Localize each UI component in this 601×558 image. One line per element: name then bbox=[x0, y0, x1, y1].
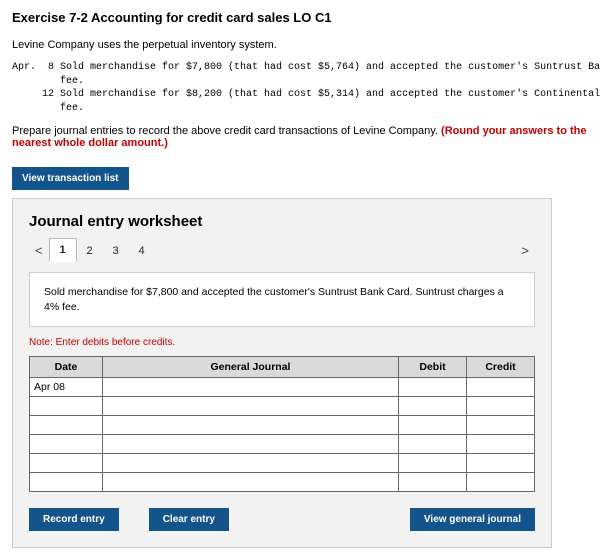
view-transaction-list-button[interactable]: View transaction list bbox=[12, 167, 129, 190]
transaction-description: Sold merchandise for $7,800 and accepted… bbox=[29, 272, 535, 327]
view-general-journal-button[interactable]: View general journal bbox=[410, 508, 535, 531]
date-input[interactable] bbox=[30, 473, 102, 491]
table-row bbox=[30, 454, 535, 473]
date-input[interactable] bbox=[30, 416, 102, 434]
instructions: Prepare journal entries to record the ab… bbox=[12, 125, 589, 149]
gj-input[interactable] bbox=[103, 435, 398, 453]
credit-input[interactable] bbox=[467, 454, 534, 472]
gj-input[interactable] bbox=[103, 473, 398, 491]
table-row bbox=[30, 416, 535, 435]
credit-input[interactable] bbox=[467, 473, 534, 491]
gj-input[interactable] bbox=[103, 378, 398, 396]
journal-worksheet: Journal entry worksheet < 1 2 3 4 > Sold… bbox=[12, 198, 552, 548]
tab-bar: < 1 2 3 4 > bbox=[29, 238, 535, 262]
table-row bbox=[30, 397, 535, 416]
col-general-journal: General Journal bbox=[103, 357, 399, 378]
debits-before-credits-note: Note: Enter debits before credits. bbox=[29, 337, 535, 348]
debit-input[interactable] bbox=[399, 397, 466, 415]
col-credit: Credit bbox=[467, 357, 535, 378]
intro-text: Levine Company uses the perpetual invent… bbox=[12, 39, 589, 51]
table-row bbox=[30, 473, 535, 492]
credit-input[interactable] bbox=[467, 416, 534, 434]
credit-input[interactable] bbox=[467, 435, 534, 453]
gj-input[interactable] bbox=[103, 454, 398, 472]
date-input[interactable] bbox=[30, 454, 102, 472]
table-row bbox=[30, 435, 535, 454]
col-debit: Debit bbox=[399, 357, 467, 378]
page-title: Exercise 7-2 Accounting for credit card … bbox=[12, 10, 589, 25]
clear-entry-button[interactable]: Clear entry bbox=[149, 508, 229, 531]
col-date: Date bbox=[30, 357, 103, 378]
debit-input[interactable] bbox=[399, 416, 466, 434]
journal-table: Date General Journal Debit Credit bbox=[29, 356, 535, 492]
debit-input[interactable] bbox=[399, 473, 466, 491]
next-entry-button[interactable]: > bbox=[515, 243, 535, 258]
credit-input[interactable] bbox=[467, 378, 534, 396]
tab-2[interactable]: 2 bbox=[77, 239, 103, 262]
worksheet-buttons: Record entry Clear entry View general jo… bbox=[29, 508, 535, 531]
transaction-list-text: Apr. 8 Sold merchandise for $7,800 (that… bbox=[12, 61, 589, 115]
tab-1[interactable]: 1 bbox=[49, 238, 77, 262]
table-row bbox=[30, 378, 535, 397]
tab-4[interactable]: 4 bbox=[129, 239, 155, 262]
debit-input[interactable] bbox=[399, 435, 466, 453]
debit-input[interactable] bbox=[399, 378, 466, 396]
date-input[interactable] bbox=[30, 397, 102, 415]
gj-input[interactable] bbox=[103, 416, 398, 434]
credit-input[interactable] bbox=[467, 397, 534, 415]
date-input[interactable] bbox=[30, 378, 102, 396]
prev-entry-button[interactable]: < bbox=[29, 243, 49, 258]
date-input[interactable] bbox=[30, 435, 102, 453]
gj-input[interactable] bbox=[103, 397, 398, 415]
tab-3[interactable]: 3 bbox=[103, 239, 129, 262]
worksheet-title: Journal entry worksheet bbox=[29, 213, 535, 230]
record-entry-button[interactable]: Record entry bbox=[29, 508, 119, 531]
instruction-prefix: Prepare journal entries to record the ab… bbox=[12, 125, 441, 137]
debit-input[interactable] bbox=[399, 454, 466, 472]
